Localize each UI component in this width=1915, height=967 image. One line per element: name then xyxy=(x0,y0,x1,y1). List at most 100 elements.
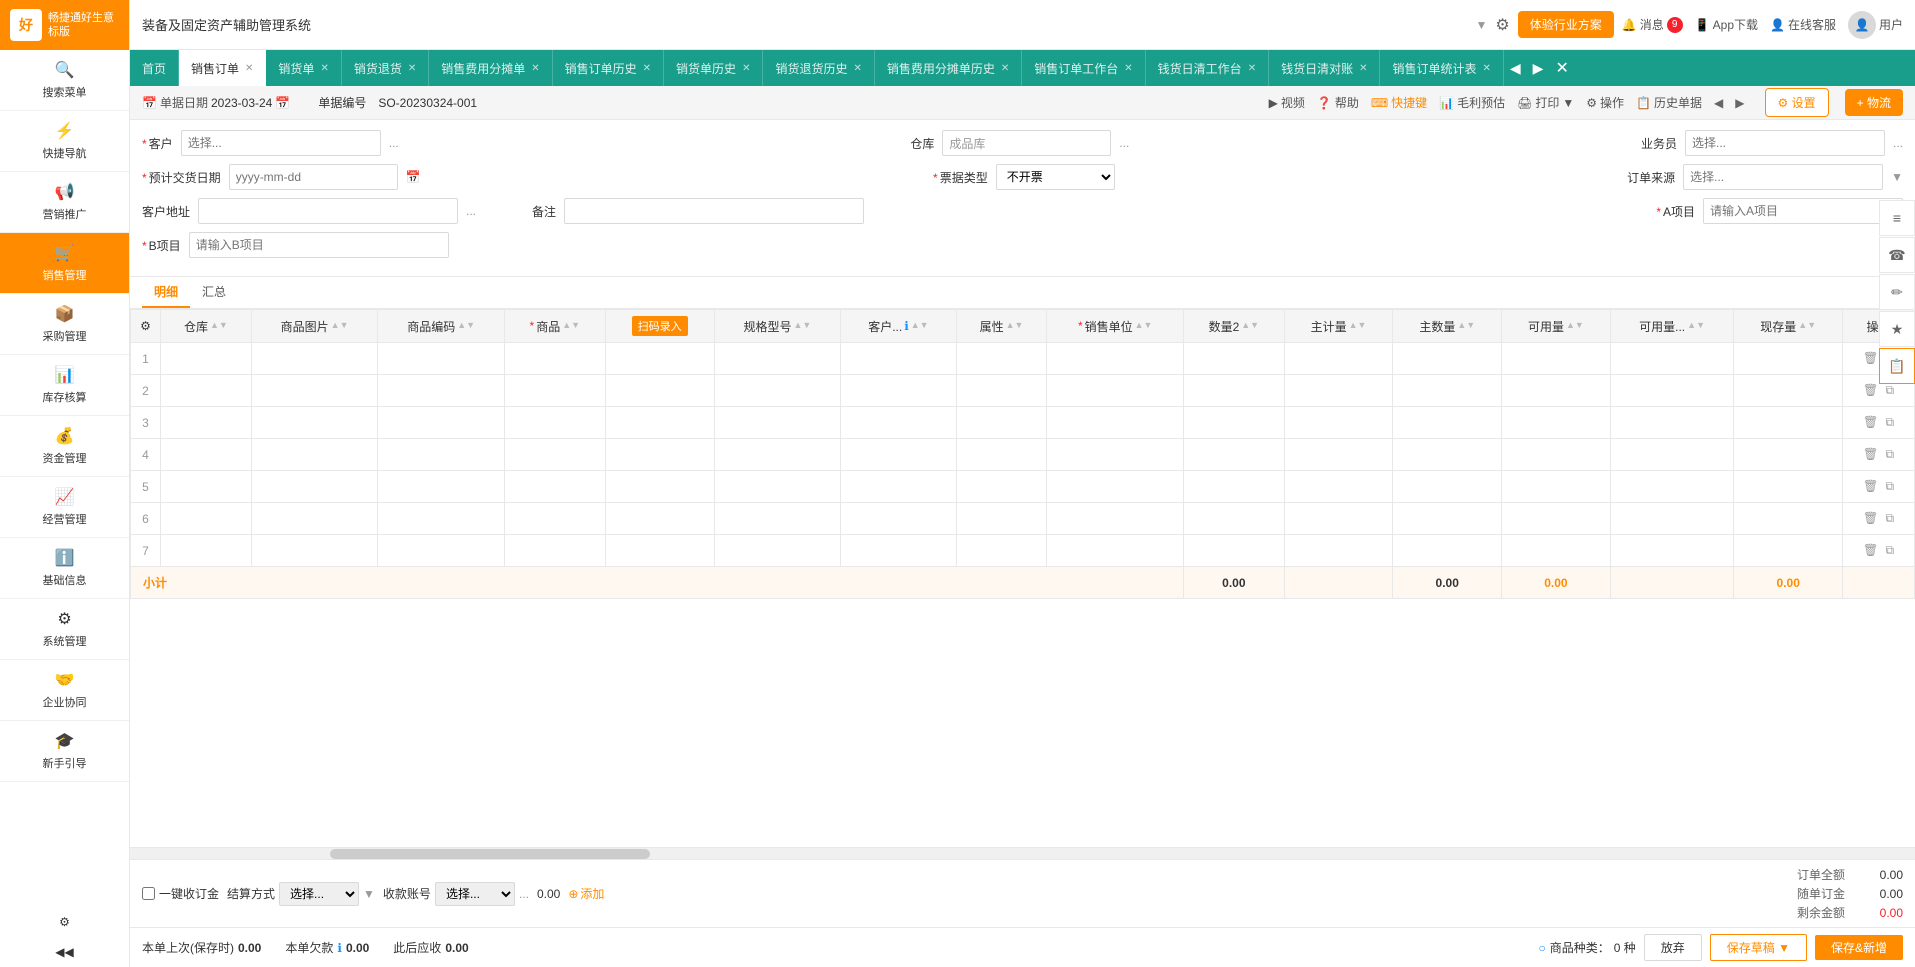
float-btn-star[interactable]: ★ xyxy=(1879,311,1915,347)
row-1-available[interactable] xyxy=(1502,343,1611,375)
b-project-input[interactable] xyxy=(189,232,449,258)
sidebar-item-operations[interactable]: 📈 经营管理 xyxy=(0,477,129,538)
warehouse-dots[interactable]: ... xyxy=(1119,136,1129,150)
toolbar-nav-prev[interactable]: ◀ xyxy=(1714,96,1723,110)
date-icon[interactable]: 📅 xyxy=(406,170,421,184)
row-1-main-unit[interactable] xyxy=(1284,343,1393,375)
row-1-attr[interactable] xyxy=(956,343,1047,375)
tab-expense-history[interactable]: 销售费用分摊单历史 ✕ xyxy=(875,50,1022,86)
one-click-checkbox[interactable] xyxy=(142,887,155,900)
toolbar-print[interactable]: 🖨 打印 ▼ xyxy=(1517,94,1574,111)
delete-icon-1[interactable]: 🗑 xyxy=(1863,351,1878,365)
tab-close-6[interactable]: ✕ xyxy=(853,63,861,74)
salesperson-dots[interactable]: ... xyxy=(1893,136,1903,150)
toolbar-operation[interactable]: ⚙ 操作 xyxy=(1586,94,1624,111)
tab-sales-history[interactable]: 销售订单历史 ✕ xyxy=(553,50,664,86)
float-btn-clip[interactable]: 📋 xyxy=(1879,348,1915,384)
save-new-button[interactable]: 保存&新增 xyxy=(1815,935,1903,960)
sidebar-item-marketing[interactable]: 📢 营销推广 xyxy=(0,172,129,233)
order-source-arrow[interactable]: ▼ xyxy=(1891,170,1903,184)
float-btn-phone[interactable]: ☎ xyxy=(1879,237,1915,273)
float-btn-list[interactable]: ≡ xyxy=(1879,200,1915,236)
row-2-image[interactable] xyxy=(251,375,378,407)
tab-invoice-history[interactable]: 销货单历史 ✕ xyxy=(664,50,763,86)
solution-button[interactable]: 体验行业方案 xyxy=(1518,11,1614,38)
sidebar-item-purchase[interactable]: 📦 采购管理 xyxy=(0,294,129,355)
copy-icon-4[interactable]: ⧉ xyxy=(1886,447,1895,461)
sidebar-item-basic-info[interactable]: ℹ️ 基础信息 xyxy=(0,538,129,599)
tab-home[interactable]: 首页 xyxy=(130,50,179,86)
date-picker-icon[interactable]: 📅 xyxy=(275,96,290,110)
toolbar-nav-next[interactable]: ▶ xyxy=(1735,96,1744,110)
copy-icon-6[interactable]: ⧉ xyxy=(1886,511,1895,525)
tab-expense[interactable]: 销售费用分摊单 ✕ xyxy=(429,50,552,86)
sidebar-item-search[interactable]: 🔍 搜索菜单 xyxy=(0,50,129,111)
tab-close-2[interactable]: ✕ xyxy=(408,63,416,74)
delete-icon-6[interactable]: 🗑 xyxy=(1863,511,1878,525)
row-2-available2[interactable] xyxy=(1610,375,1734,407)
col-settings-icon[interactable]: ⚙ xyxy=(140,319,151,333)
tab-close-9[interactable]: ✕ xyxy=(1248,63,1256,74)
row-2-warehouse[interactable] xyxy=(161,375,252,407)
tab-sales-stats[interactable]: 销售订单统计表 ✕ xyxy=(1380,50,1503,86)
tab-prev-btn[interactable]: ◀ xyxy=(1504,60,1527,77)
a-project-input[interactable] xyxy=(1703,198,1903,224)
user-profile[interactable]: 👤 用户 xyxy=(1848,11,1903,39)
warehouse-input[interactable] xyxy=(942,130,1111,156)
tab-summary[interactable]: 汇总 xyxy=(190,277,238,308)
copy-icon-3[interactable]: ⧉ xyxy=(1886,415,1895,429)
address-input[interactable] xyxy=(198,198,458,224)
sidebar-item-quick-nav[interactable]: ⚡ 快捷导航 xyxy=(0,111,129,172)
row-1-warehouse[interactable] xyxy=(161,343,252,375)
order-source-input[interactable] xyxy=(1683,164,1883,190)
row-2-unit[interactable] xyxy=(1047,375,1184,407)
sidebar-item-cooperation[interactable]: 🤝 企业协同 xyxy=(0,660,129,721)
delete-icon-4[interactable]: 🗑 xyxy=(1863,447,1878,461)
toolbar-profit[interactable]: 📊 毛利预估 xyxy=(1439,94,1505,111)
notification-icon-group[interactable]: 🔔 消息 9 xyxy=(1622,16,1683,33)
sidebar-settings-btn[interactable]: ⚙ xyxy=(0,907,129,937)
copy-icon-5[interactable]: ⧉ xyxy=(1886,479,1895,493)
row-2-spec[interactable] xyxy=(714,375,841,407)
float-btn-edit[interactable]: ✏ xyxy=(1879,274,1915,310)
scan-button[interactable]: 扫码录入 xyxy=(632,316,688,336)
tab-close-11[interactable]: ✕ xyxy=(1483,63,1491,74)
sidebar-item-finance[interactable]: 💰 资金管理 xyxy=(0,416,129,477)
address-dots[interactable]: ... xyxy=(466,204,476,218)
salesperson-input[interactable] xyxy=(1685,130,1885,156)
scroll-thumb[interactable] xyxy=(330,849,650,859)
row-2-available[interactable] xyxy=(1502,375,1611,407)
sidebar-collapse-btn[interactable]: ◀◀ xyxy=(0,937,129,967)
app-download-btn[interactable]: 📱 App下载 xyxy=(1695,16,1758,33)
row-2-code[interactable] xyxy=(378,375,505,407)
customer-dots[interactable]: ... xyxy=(389,136,399,150)
toolbar-video[interactable]: ▶ 视频 xyxy=(1269,94,1305,111)
sidebar-item-guide[interactable]: 🎓 新手引导 xyxy=(0,721,129,782)
save-draft-arrow[interactable]: ▼ xyxy=(1778,941,1790,955)
add-logistics-button[interactable]: + 物流 xyxy=(1845,89,1903,116)
delete-icon-3[interactable]: 🗑 xyxy=(1863,415,1878,429)
discard-button[interactable]: 放弃 xyxy=(1644,934,1702,961)
expected-date-input[interactable] xyxy=(229,164,398,190)
toolbar-help[interactable]: ❓ 帮助 xyxy=(1317,94,1359,111)
delete-icon-7[interactable]: 🗑 xyxy=(1863,543,1878,557)
row-1-unit[interactable] xyxy=(1047,343,1184,375)
add-payment-btn[interactable]: ⊕ 添加 xyxy=(568,885,604,902)
one-click-label[interactable]: 一键收订金 xyxy=(142,885,219,902)
sidebar-item-inventory[interactable]: 📊 库存核算 xyxy=(0,355,129,416)
tab-close-all-btn[interactable]: ✕ xyxy=(1549,58,1574,78)
copy-icon-7[interactable]: ⧉ xyxy=(1886,543,1895,557)
row-1-available2[interactable] xyxy=(1610,343,1734,375)
row-2-main-unit[interactable] xyxy=(1284,375,1393,407)
customer-input[interactable] xyxy=(181,130,381,156)
tab-sales-order[interactable]: 销售订单 ✕ xyxy=(179,50,266,86)
row-2-product[interactable] xyxy=(504,375,605,407)
row-1-qty2[interactable] xyxy=(1183,343,1284,375)
row-1-spec[interactable] xyxy=(714,343,841,375)
settlement-select[interactable]: 选择... xyxy=(279,882,359,906)
row-2-main-qty[interactable] xyxy=(1393,375,1502,407)
horizontal-scrollbar[interactable] xyxy=(130,847,1915,859)
toolbar-history[interactable]: 📋 历史单据 xyxy=(1636,94,1702,111)
tab-close[interactable]: ✕ xyxy=(320,63,328,74)
tab-detail[interactable]: 明细 xyxy=(142,277,190,308)
